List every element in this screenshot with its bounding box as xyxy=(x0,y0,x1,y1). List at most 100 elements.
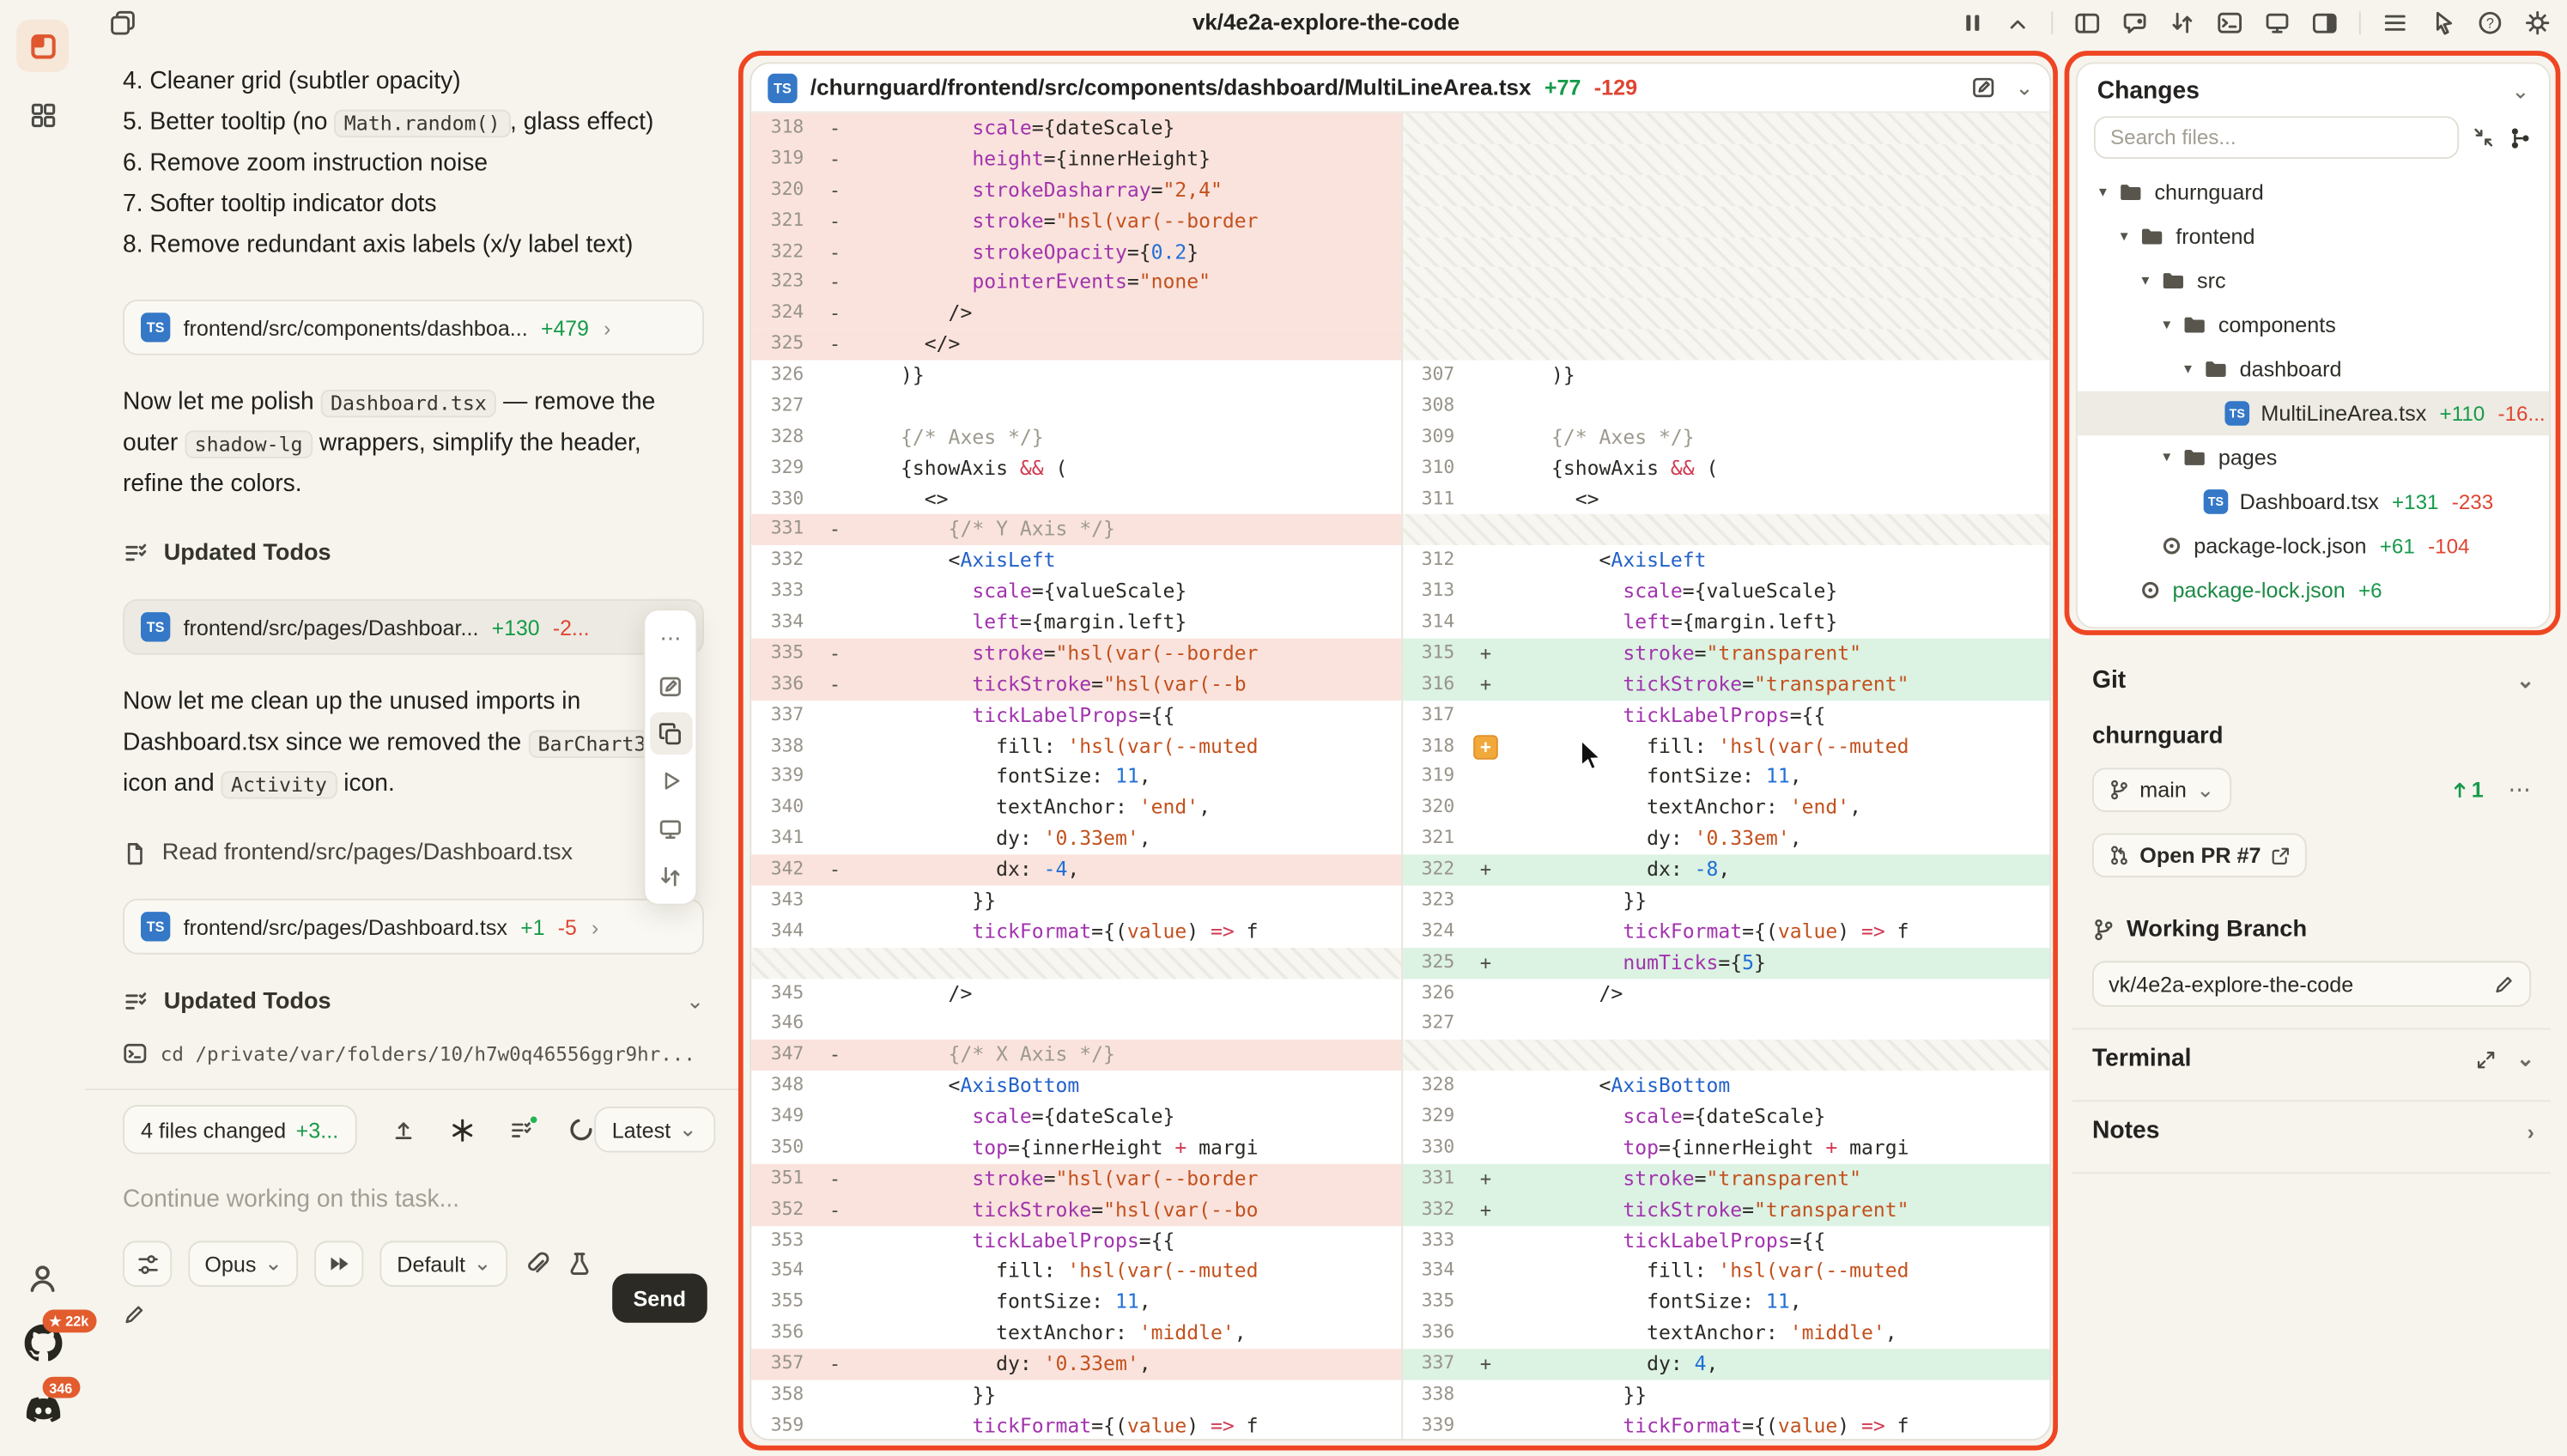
git-more-menu[interactable]: ⋯ xyxy=(2508,776,2531,804)
tree-chevron-icon[interactable]: ▾ xyxy=(2133,272,2158,290)
composer-input[interactable] xyxy=(123,1186,704,1213)
files-changed-chip[interactable]: 4 files changed +3... xyxy=(123,1105,356,1154)
tree-chevron-icon[interactable]: ▾ xyxy=(2091,184,2115,202)
todo-list-item: 4. Cleaner grid (subtler opacity) xyxy=(123,62,704,103)
settings-gear-icon[interactable] xyxy=(2524,9,2551,36)
diff-line: 318+ fill: 'hsl(var(--muted xyxy=(1402,731,2049,761)
tree-folder-row[interactable]: ▾frontend xyxy=(2078,215,2549,258)
diff-gap-row xyxy=(1402,113,2049,144)
changes-title: Changes xyxy=(2097,79,2200,106)
chevron-down-icon[interactable]: ⌄ xyxy=(686,989,704,1016)
terminal-command-row[interactable]: cd /private/var/folders/10/h7w0q46556ggr… xyxy=(123,1041,704,1066)
diff-line: 328 {/* Axes */} xyxy=(751,422,1400,453)
lines-added: +61 xyxy=(2380,535,2415,558)
github-link[interactable]: ★ 22k xyxy=(24,1325,62,1362)
typescript-icon: TS xyxy=(141,612,170,641)
fast-forward-button[interactable] xyxy=(315,1241,364,1286)
sparkle-icon[interactable] xyxy=(450,1117,475,1142)
tree-folder-row[interactable]: ▾components xyxy=(2078,303,2549,347)
tree-chevron-icon[interactable]: ▾ xyxy=(2112,228,2137,246)
changes-panel: Changes ⌄ ▾churnguard▾frontend▾src▾compo… xyxy=(2076,62,2551,628)
terminal-icon[interactable] xyxy=(2217,9,2243,36)
commits-ahead[interactable]: 1 xyxy=(2449,778,2484,803)
working-branch-field[interactable]: vk/4e2a-explore-the-code xyxy=(2092,961,2531,1006)
panel-left-icon[interactable] xyxy=(2074,9,2101,36)
read-file-row[interactable]: Read frontend/src/pages/Dashboard.tsx xyxy=(123,840,704,866)
beaker-icon[interactable] xyxy=(567,1251,593,1277)
diff-viewer: TS /churnguard/frontend/src/components/d… xyxy=(749,62,2051,1441)
edit-diff-icon[interactable] xyxy=(649,664,692,707)
push-up-icon[interactable] xyxy=(391,1117,416,1142)
account-icon[interactable] xyxy=(27,1262,59,1295)
send-button[interactable]: Send xyxy=(612,1274,707,1323)
chevron-down-icon[interactable]: ⌄ xyxy=(2016,75,2034,101)
terminal-section-header[interactable]: Terminal ⌄ xyxy=(2072,1029,2551,1078)
chat-bubble-icon[interactable] xyxy=(2121,9,2148,36)
more-options-icon[interactable]: ⋯ xyxy=(649,617,692,660)
diff-line: 356 textAnchor: 'middle', xyxy=(751,1318,1400,1349)
open-pr-button[interactable]: Open PR #7 xyxy=(2092,834,2307,877)
tree-chevron-icon[interactable]: ▾ xyxy=(2154,316,2179,334)
model-dropdown[interactable]: Opus ⌄ xyxy=(188,1241,299,1286)
diff-line: 324- /> xyxy=(751,299,1400,330)
files-delta: +3... xyxy=(296,1117,339,1142)
diff-line: 330 top={innerHeight + margi xyxy=(1402,1132,2049,1163)
git-compare-icon[interactable] xyxy=(2170,9,2196,36)
tree-folder-row[interactable]: ▾churnguard xyxy=(2078,170,2549,214)
monitor-icon[interactable] xyxy=(2264,9,2291,36)
diff-line: 334 fill: 'hsl(var(--muted xyxy=(1402,1256,2049,1287)
diff-line: 342- dx: -4, xyxy=(751,854,1400,885)
tree-folder-row[interactable]: ▾src xyxy=(2078,258,2549,302)
help-icon[interactable]: ? xyxy=(2477,9,2503,36)
tree-file-row[interactable]: package-lock.json+6 xyxy=(2078,568,2549,612)
updated-todos-label: Updated Todos xyxy=(164,540,331,567)
tree-folder-row[interactable]: ▾dashboard xyxy=(2078,347,2549,391)
updated-todos-row[interactable]: Updated Todos xyxy=(123,540,704,567)
mode-dropdown[interactable]: Default ⌄ xyxy=(380,1241,507,1286)
git-panel: Git ⌄ churnguard main ⌄ 1 ⋯ Open PR #7 W… xyxy=(2072,652,2551,1455)
git-compare-icon[interactable] xyxy=(649,854,692,897)
collapse-up-icon[interactable] xyxy=(2006,10,2030,35)
file-change-chip[interactable]: TS frontend/src/pages/Dashboard.tsx +1 -… xyxy=(123,899,704,955)
file-change-chip[interactable]: TS frontend/src/pages/Dashboar... +130 -… xyxy=(123,599,704,655)
pause-agent-icon[interactable] xyxy=(1961,11,1984,34)
panel-right-icon[interactable] xyxy=(2312,9,2339,36)
expand-icon[interactable] xyxy=(2475,1048,2497,1070)
notes-section-header[interactable]: Notes › xyxy=(2072,1101,2551,1150)
todos-status-icon[interactable] xyxy=(509,1117,534,1142)
file-change-chip[interactable]: TS frontend/src/components/dashboa... +4… xyxy=(123,300,704,355)
tree-file-row[interactable]: TSDashboard.tsx+131-233 xyxy=(2078,480,2549,524)
search-files-input[interactable] xyxy=(2094,116,2459,159)
run-icon[interactable] xyxy=(649,760,692,803)
workspaces-grid-icon[interactable] xyxy=(28,101,56,129)
diff-line: 319 fontSize: 11, xyxy=(1402,761,2049,792)
attachment-icon[interactable] xyxy=(524,1251,550,1277)
diff-line: 346 xyxy=(751,1009,1400,1040)
composer-settings-button[interactable] xyxy=(123,1241,172,1286)
pointer-icon[interactable] xyxy=(2430,9,2456,36)
tree-chevron-icon[interactable]: ▾ xyxy=(2176,361,2200,379)
add-comment-button[interactable]: + xyxy=(1473,734,1498,759)
updated-todos-row[interactable]: Updated Todos ⌄ xyxy=(123,989,704,1016)
app-logo-icon[interactable] xyxy=(16,20,69,72)
tree-file-row[interactable]: TSMultiLineArea.tsx+110-16... xyxy=(2078,391,2549,435)
diff-line: 321 dy: '0.33em', xyxy=(1402,823,2049,854)
git-section-header[interactable]: Git ⌄ xyxy=(2072,652,2551,701)
diff-line: 335 fontSize: 11, xyxy=(1402,1287,2049,1318)
chevron-down-icon[interactable]: ⌄ xyxy=(2511,79,2529,106)
discord-link[interactable]: 346 xyxy=(24,1392,62,1429)
inline-edit-icon[interactable] xyxy=(1971,76,1996,100)
tree-chevron-icon[interactable]: ▾ xyxy=(2154,448,2179,466)
diff-line: 322- strokeOpacity={0.2} xyxy=(751,237,1400,268)
branch-dropdown[interactable]: main ⌄ xyxy=(2092,767,2230,811)
monitor-icon[interactable] xyxy=(649,807,692,850)
file-tree-view-toggle-icon[interactable] xyxy=(2508,125,2533,150)
menu-icon[interactable] xyxy=(2382,9,2409,36)
tree-folder-row[interactable]: ▾pages xyxy=(2078,435,2549,479)
tree-file-row[interactable]: package-lock.json+61-104 xyxy=(2078,524,2549,567)
edit-pen-icon[interactable] xyxy=(2493,974,2515,995)
window-tabs-icon[interactable] xyxy=(110,9,137,36)
copy-icon[interactable] xyxy=(649,712,692,755)
collapse-tree-icon[interactable] xyxy=(2472,126,2495,149)
latest-dropdown[interactable]: Latest ⌄ xyxy=(594,1107,715,1152)
